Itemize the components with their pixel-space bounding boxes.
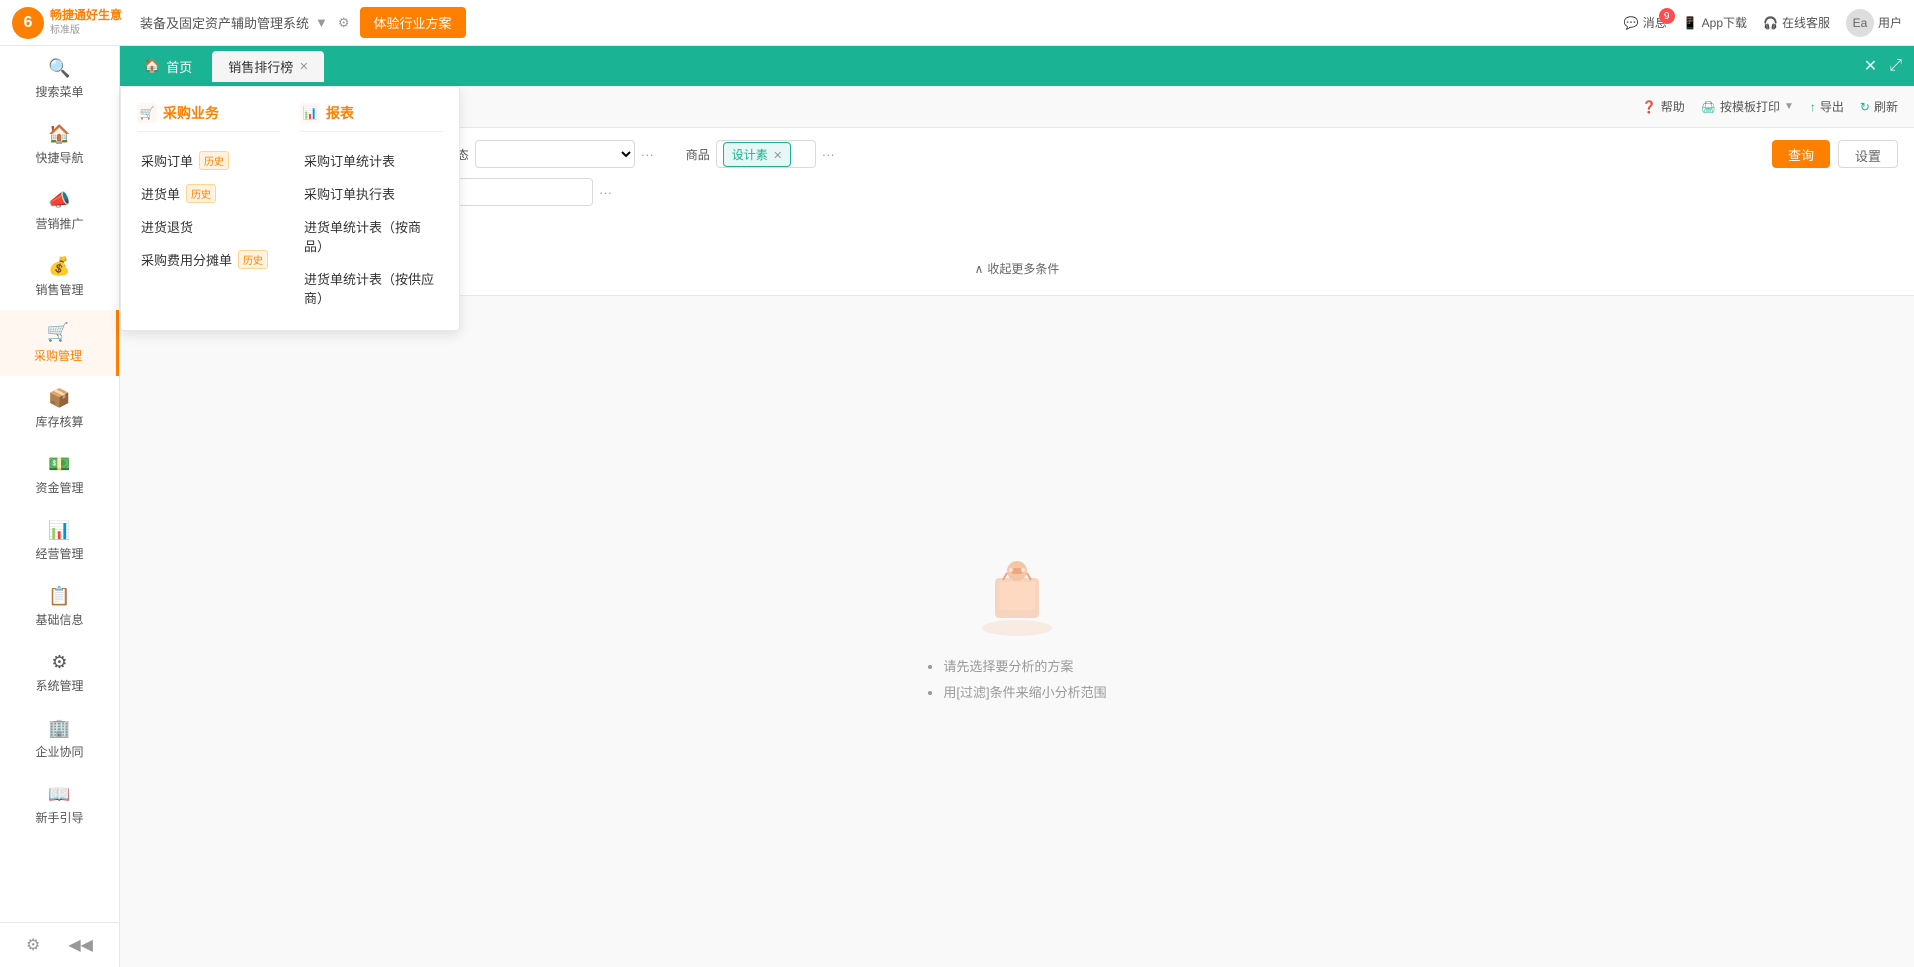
po-label: 采购订单 bbox=[141, 151, 193, 170]
inbound-by-supplier-label: 进货单统计表（按供应商） bbox=[304, 269, 439, 307]
inbound-history-tag: 历史 bbox=[186, 184, 216, 203]
po-stat-label: 采购订单统计表 bbox=[304, 151, 395, 170]
return-label: 进货退货 bbox=[141, 217, 193, 236]
reports-title: 报表 bbox=[326, 103, 354, 123]
purchase-biz-icon: 🛒 bbox=[137, 103, 157, 123]
dropdown-item-return[interactable]: 进货退货 bbox=[137, 210, 280, 243]
dropdown-item-inbound-by-goods[interactable]: 进货单统计表（按商品） bbox=[300, 210, 443, 262]
dropdown-item-inbound[interactable]: 进货单 历史 bbox=[137, 177, 280, 210]
dropdown-columns: 🛒 采购业务 采购订单 历史 进货单 历史 进货退货 采购费用分摊单 历史 bbox=[137, 103, 443, 314]
purchase-biz-header: 🛒 采购业务 bbox=[137, 103, 280, 132]
dropdown-menu: 🛒 采购业务 采购订单 历史 进货单 历史 进货退货 采购费用分摊单 历史 bbox=[120, 86, 460, 331]
po-exec-label: 采购订单执行表 bbox=[304, 184, 395, 203]
dropdown-item-expense[interactable]: 采购费用分摊单 历史 bbox=[137, 243, 280, 276]
dropdown-item-inbound-by-supplier[interactable]: 进货单统计表（按供应商） bbox=[300, 262, 443, 314]
reports-header: 📊 报表 bbox=[300, 103, 443, 132]
reports-col: 📊 报表 采购订单统计表 采购订单执行表 进货单统计表（按商品） 进货单统计表（… bbox=[300, 103, 443, 314]
expense-history-tag: 历史 bbox=[238, 250, 268, 269]
purchase-biz-title: 采购业务 bbox=[163, 103, 219, 123]
dropdown-item-po-stat[interactable]: 采购订单统计表 bbox=[300, 144, 443, 177]
inbound-label: 进货单 bbox=[141, 184, 180, 203]
po-history-tag: 历史 bbox=[199, 151, 229, 170]
dropdown-item-po[interactable]: 采购订单 历史 bbox=[137, 144, 280, 177]
inbound-by-goods-label: 进货单统计表（按商品） bbox=[304, 217, 439, 255]
reports-icon: 📊 bbox=[300, 103, 320, 123]
expense-label: 采购费用分摊单 bbox=[141, 250, 232, 269]
dropdown-item-po-exec[interactable]: 采购订单执行表 bbox=[300, 177, 443, 210]
purchase-biz-col: 🛒 采购业务 采购订单 历史 进货单 历史 进货退货 采购费用分摊单 历史 bbox=[137, 103, 280, 314]
